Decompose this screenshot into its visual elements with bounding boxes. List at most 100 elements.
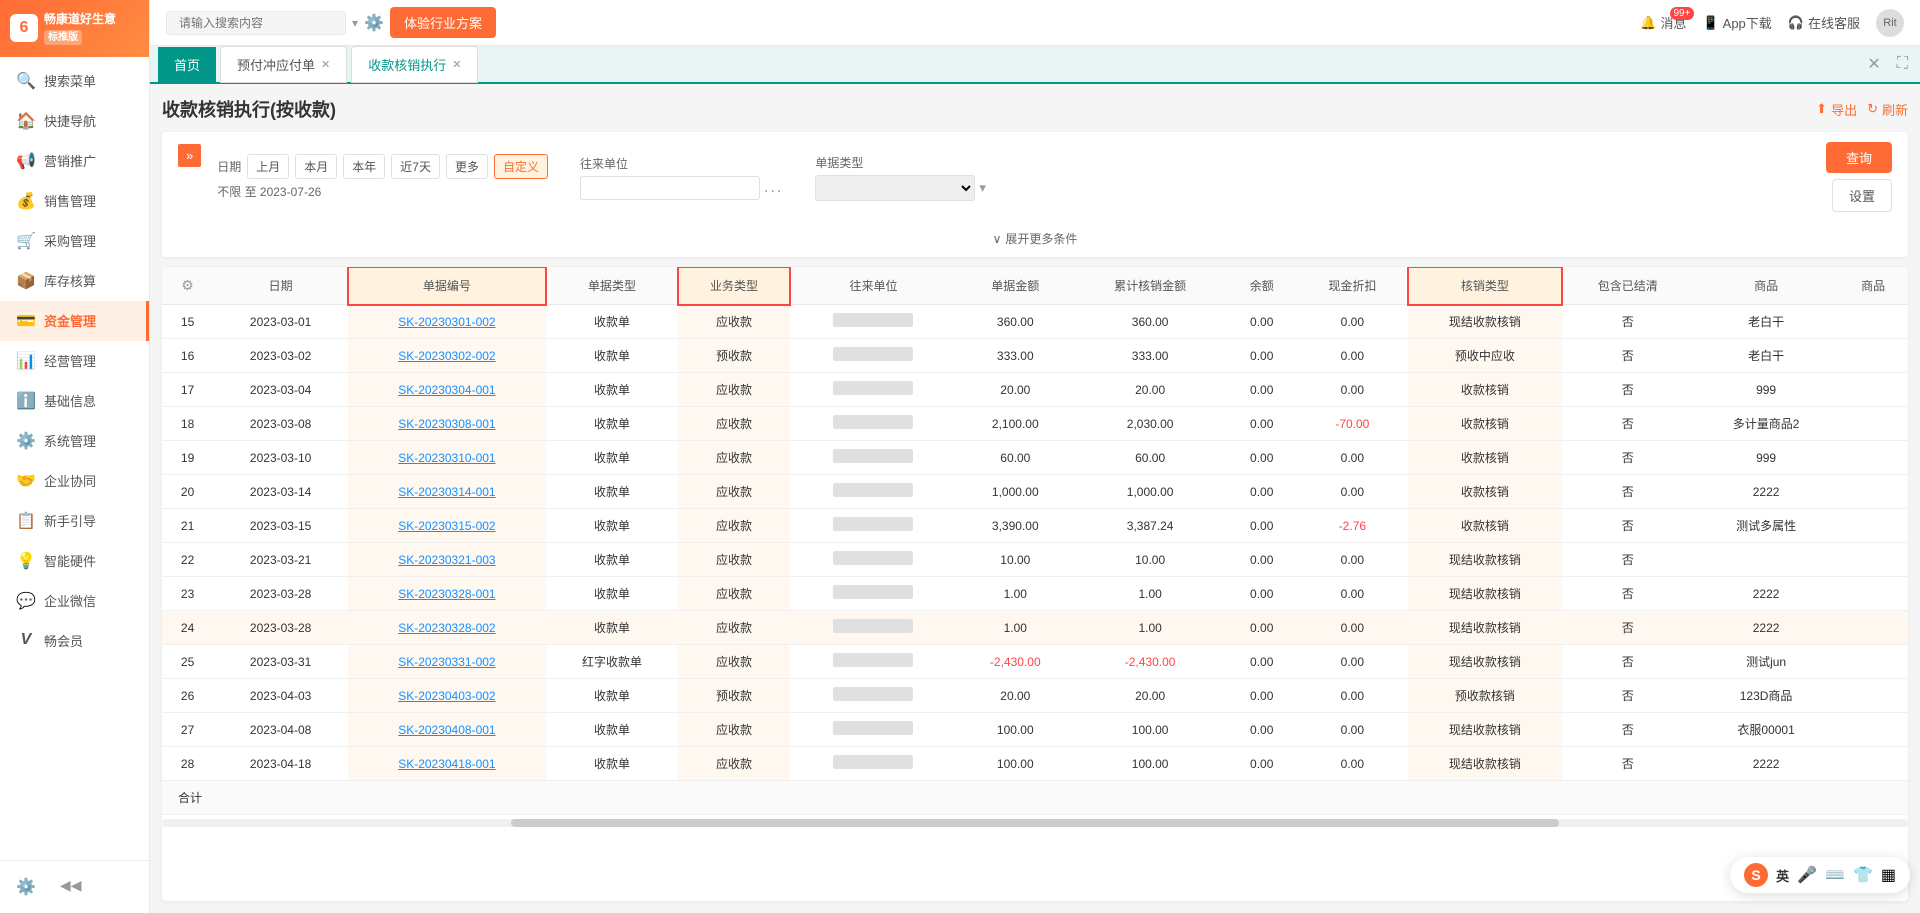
col-biz-type: 业务类型 xyxy=(678,267,790,305)
collapse-icon[interactable]: ◀◀ xyxy=(60,877,82,897)
sidebar-item-member[interactable]: V 畅会员 xyxy=(0,621,149,660)
settings-bottom-icon[interactable]: ⚙️ xyxy=(16,877,36,897)
table-row[interactable]: 25 2023-03-31 SK-20230331-002 红字收款单 应收款 … xyxy=(162,645,1908,679)
chevron-down-icon: ∨ xyxy=(993,232,1002,246)
doc-no-link[interactable]: SK-20230418-001 xyxy=(398,757,495,771)
sidebar-item-sales[interactable]: 💰 销售管理 xyxy=(0,181,149,221)
date-this-year-btn[interactable]: 本年 xyxy=(343,154,385,179)
doc-no-link[interactable]: SK-20230301-002 xyxy=(398,315,495,329)
topbar-gear-icon[interactable]: ⚙️ xyxy=(364,13,384,33)
search-icon: 🔍 xyxy=(16,71,36,91)
filter-row: 日期 上月 本月 本年 近7天 更多 自定义 不限 至 2023-07-26 往… xyxy=(217,142,1892,212)
sidebar-item-basic[interactable]: ℹ️ 基础信息 xyxy=(0,381,149,421)
float-shirt-icon[interactable]: 👕 xyxy=(1853,865,1873,885)
sidebar-item-search[interactable]: 🔍 搜索菜单 xyxy=(0,61,149,101)
refresh-icon: ↻ xyxy=(1867,101,1878,117)
settings-button[interactable]: 设置 xyxy=(1832,179,1892,212)
float-grid-icon[interactable]: ▦ xyxy=(1881,865,1896,885)
col-settings[interactable]: ⚙ xyxy=(162,267,213,305)
app-download-button[interactable]: 📱 App下载 xyxy=(1702,13,1771,32)
table-row[interactable]: 18 2023-03-08 SK-20230308-001 收款单 应收款 2,… xyxy=(162,407,1908,441)
messages-button[interactable]: 🔔 消息 99+ xyxy=(1640,13,1686,32)
doctype-chevron-icon: ▾ xyxy=(979,180,986,196)
solution-button[interactable]: 体验行业方案 xyxy=(390,7,496,38)
query-button[interactable]: 查询 xyxy=(1826,142,1892,173)
table-row[interactable]: 15 2023-03-01 SK-20230301-002 收款单 应收款 36… xyxy=(162,305,1908,339)
tab-receipt[interactable]: 收款核销执行 ✕ xyxy=(351,46,478,83)
doc-no-link[interactable]: SK-20230302-002 xyxy=(398,349,495,363)
table-scrollbar[interactable] xyxy=(162,819,1908,827)
float-keyboard-icon[interactable]: ⌨️ xyxy=(1825,865,1845,885)
sidebar-item-operations[interactable]: 📊 经营管理 xyxy=(0,341,149,381)
sidebar-item-guide[interactable]: 📋 新手引导 xyxy=(0,501,149,541)
tab-home[interactable]: 首页 xyxy=(158,47,216,82)
info-icon: ℹ️ xyxy=(16,391,36,411)
expand-conditions-button[interactable]: ∨ 展开更多条件 xyxy=(993,230,1078,247)
doc-no-link[interactable]: SK-20230328-001 xyxy=(398,587,495,601)
doc-type-select[interactable] xyxy=(815,175,975,201)
doc-no-link[interactable]: SK-20230331-002 xyxy=(398,655,495,669)
table-row[interactable]: 27 2023-04-08 SK-20230408-001 收款单 应收款 10… xyxy=(162,713,1908,747)
sidebar-item-inventory[interactable]: 📦 库存核算 xyxy=(0,261,149,301)
doc-no-link[interactable]: SK-20230403-002 xyxy=(398,689,495,703)
sidebar-item-system[interactable]: ⚙️ 系统管理 xyxy=(0,421,149,461)
table-row[interactable]: 23 2023-03-28 SK-20230328-001 收款单 应收款 1.… xyxy=(162,577,1908,611)
table-row[interactable]: 19 2023-03-10 SK-20230310-001 收款单 应收款 60… xyxy=(162,441,1908,475)
page-actions: ⬆ 导出 ↻ 刷新 xyxy=(1816,100,1908,119)
float-mic-icon[interactable]: 🎤 xyxy=(1797,865,1817,885)
date-range-label: 不限 至 2023-07-26 xyxy=(217,185,321,199)
doc-no-link[interactable]: SK-20230408-001 xyxy=(398,723,495,737)
tab-receipt-close-icon[interactable]: ✕ xyxy=(452,58,461,71)
sidebar-item-marketing[interactable]: 📢 营销推广 xyxy=(0,141,149,181)
doc-no-link[interactable]: SK-20230315-002 xyxy=(398,519,495,533)
float-brand-label: 英 xyxy=(1776,866,1789,885)
tab-prepay-close-icon[interactable]: ✕ xyxy=(321,58,330,71)
filter-bar: » 日期 上月 本月 本年 近7天 更多 自定义 不限 至 2023-07-26 xyxy=(162,132,1908,257)
filter-doctype-group: 单据类型 ▾ xyxy=(815,154,986,201)
doc-no-link[interactable]: SK-20230328-002 xyxy=(398,621,495,635)
table-row[interactable]: 24 2023-03-28 SK-20230328-002 收款单 应收款 1.… xyxy=(162,611,1908,645)
expand-tab-icon[interactable]: ⛶ xyxy=(1893,51,1912,77)
doc-no-link[interactable]: SK-20230314-001 xyxy=(398,485,495,499)
tab-prepay[interactable]: 预付冲应付单 ✕ xyxy=(220,46,347,83)
data-table-wrap: ⚙ 日期 单据编号 单据类型 业务类型 往来单位 单据金额 累计核销金额 余额 … xyxy=(162,267,1908,901)
topbar: ▾ ⚙️ 体验行业方案 🔔 消息 99+ 📱 App下载 🎧 在线客服 Rit xyxy=(150,0,1920,46)
table-row[interactable]: 26 2023-04-03 SK-20230403-002 收款单 预收款 20… xyxy=(162,679,1908,713)
table-row[interactable]: 17 2023-03-04 SK-20230304-001 收款单 应收款 20… xyxy=(162,373,1908,407)
date-prev-month-btn[interactable]: 上月 xyxy=(247,154,289,179)
filter-toggle-button[interactable]: » xyxy=(178,144,201,167)
col-write-off: 累计核销金额 xyxy=(1073,267,1226,305)
online-service-button[interactable]: 🎧 在线客服 xyxy=(1788,13,1860,32)
sidebar-item-wechat[interactable]: 💬 企业微信 xyxy=(0,581,149,621)
date-this-month-btn[interactable]: 本月 xyxy=(295,154,337,179)
table-row[interactable]: 28 2023-04-18 SK-20230418-001 收款单 应收款 10… xyxy=(162,747,1908,781)
bulb-icon: 💡 xyxy=(16,551,36,571)
doc-no-link[interactable]: SK-20230310-001 xyxy=(398,451,495,465)
topbar-search-input[interactable] xyxy=(166,11,346,35)
doc-no-link[interactable]: SK-20230308-001 xyxy=(398,417,495,431)
col-doc-type: 单据类型 xyxy=(546,267,678,305)
partner-dots[interactable]: ... xyxy=(764,179,783,197)
close-tab-icon[interactable]: ✕ xyxy=(1863,50,1884,78)
topbar-right: 🔔 消息 99+ 📱 App下载 🎧 在线客服 Rit xyxy=(1640,9,1904,37)
topbar-brand: ▾ ⚙️ 体验行业方案 xyxy=(166,7,1628,38)
sidebar-item-quick-nav[interactable]: 🏠 快捷导航 xyxy=(0,101,149,141)
partner-input[interactable] xyxy=(580,176,760,200)
doc-no-link[interactable]: SK-20230321-003 xyxy=(398,553,495,567)
date-more-btn[interactable]: 更多 xyxy=(446,154,488,179)
table-row[interactable]: 16 2023-03-02 SK-20230302-002 收款单 预收款 33… xyxy=(162,339,1908,373)
table-row[interactable]: 22 2023-03-21 SK-20230321-003 收款单 应收款 10… xyxy=(162,543,1908,577)
date-custom-btn[interactable]: 自定义 xyxy=(494,154,548,179)
refresh-button[interactable]: ↻ 刷新 xyxy=(1867,100,1908,119)
doc-no-link[interactable]: SK-20230304-001 xyxy=(398,383,495,397)
sidebar-item-hardware[interactable]: 💡 智能硬件 xyxy=(0,541,149,581)
sidebar-item-purchase[interactable]: 🛒 采购管理 xyxy=(0,221,149,261)
export-button[interactable]: ⬆ 导出 xyxy=(1816,100,1857,119)
date-7days-btn[interactable]: 近7天 xyxy=(391,154,440,179)
table-row[interactable]: 20 2023-03-14 SK-20230314-001 收款单 应收款 1,… xyxy=(162,475,1908,509)
sidebar-item-corp[interactable]: 🤝 企业协同 xyxy=(0,461,149,501)
sidebar-bottom: ⚙️ ◀◀ xyxy=(0,860,149,913)
avatar[interactable]: Rit xyxy=(1876,9,1904,37)
sidebar-item-finance[interactable]: 💳 资金管理 xyxy=(0,301,149,341)
table-row[interactable]: 21 2023-03-15 SK-20230315-002 收款单 应收款 3,… xyxy=(162,509,1908,543)
